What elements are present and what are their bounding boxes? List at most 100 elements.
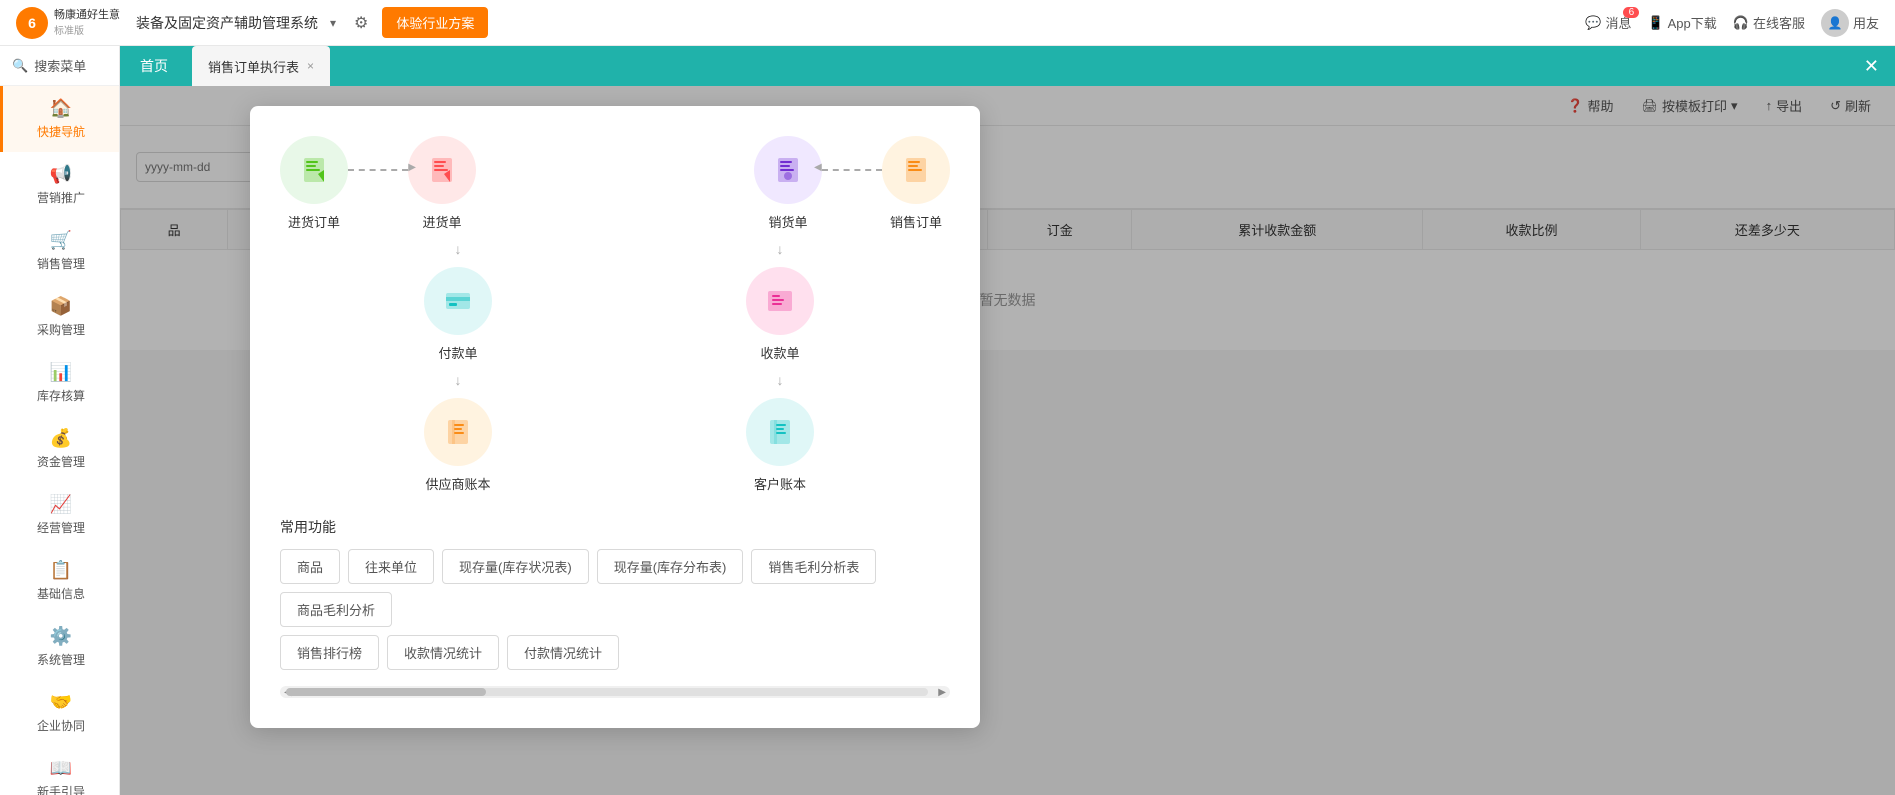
common-title: 常用功能 — [280, 517, 950, 537]
online-service-btn[interactable]: 🎧 在线客服 — [1733, 13, 1805, 32]
logo-app-name: 畅康通好生意 — [54, 8, 120, 22]
func-btn-sales-rank[interactable]: 销售排行榜 — [280, 635, 379, 670]
func-btn-sales-gross[interactable]: 销售毛利分析表 — [751, 549, 876, 584]
basic-info-icon: 📋 — [50, 560, 72, 581]
modal-scrollbar: ◀ ▶ — [280, 686, 950, 698]
flow-layout: 进货订单 — [280, 136, 950, 493]
flow-row2: 付款单 — [280, 267, 950, 362]
flow-circle-supplier-book — [424, 398, 492, 466]
message-btn[interactable]: 💬 消息 6 — [1585, 13, 1631, 32]
sidebar-item-operations[interactable]: 📈 经营管理 — [0, 482, 119, 548]
tab-home[interactable]: 首页 — [120, 46, 188, 86]
message-badge: 6 — [1623, 7, 1639, 18]
tab-close-btn[interactable]: × — [307, 60, 314, 72]
func-buttons-row2: 销售排行榜 收款情况统计 付款情况统计 — [280, 635, 950, 670]
tab-home-label: 首页 — [140, 56, 168, 76]
enterprise-icon: 🤝 — [50, 692, 72, 713]
system-icon: ⚙️ — [50, 626, 72, 647]
sales-icon: 🛒 — [50, 230, 72, 251]
top-header: 6 畅康通好生意 标准版 装备及固定资产辅助管理系统 ▾ ⚙ 体验行业方案 💬 … — [0, 0, 1895, 46]
flow-mid-arrows: ↓ ↓ — [280, 239, 950, 259]
arrow-sales-bill-down: ↓ — [746, 239, 814, 259]
flow-col-sales-bill: 销货单 — [754, 136, 822, 231]
user-name: 用友 — [1853, 13, 1879, 32]
sidebar-item-sales[interactable]: 🛒 销售管理 — [0, 218, 119, 284]
dashed-line-1 — [348, 169, 408, 171]
flow-label-sales-order: 销售订单 — [890, 212, 942, 231]
scroll-right-btn[interactable]: ▶ — [934, 687, 950, 698]
dashed-line-2 — [822, 169, 882, 171]
func-btn-partner[interactable]: 往来单位 — [348, 549, 434, 584]
func-btn-product-gross[interactable]: 商品毛利分析 — [280, 592, 392, 627]
app-download-label: App下载 — [1668, 13, 1717, 32]
sidebar-label-quick-nav: 快捷导航 — [37, 123, 85, 140]
func-btn-product[interactable]: 商品 — [280, 549, 340, 584]
sidebar-item-purchase[interactable]: 📦 采购管理 — [0, 284, 119, 350]
func-buttons: 商品 往来单位 现存量(库存状况表) 现存量(库存分布表) 销售毛利分析表 商品… — [280, 549, 950, 627]
content-area: 首页 销售订单执行表 × ✕ ❓ 帮助 🖨 按模板打印 ▾ — [120, 46, 1895, 795]
func-btn-receipt-stats[interactable]: 收款情况统计 — [387, 635, 499, 670]
tab-active[interactable]: 销售订单执行表 × — [192, 46, 330, 86]
search-icon: 🔍 — [12, 58, 28, 74]
guide-icon: 📖 — [50, 758, 72, 779]
system-dropdown-btn[interactable]: ▾ — [326, 14, 340, 32]
app-download-btn[interactable]: 📱 App下载 — [1647, 13, 1716, 32]
scrollbar-thumb[interactable] — [286, 688, 486, 696]
sidebar-item-basic-info[interactable]: 📋 基础信息 — [0, 548, 119, 614]
sidebar-label-system: 系统管理 — [37, 651, 85, 668]
flow-node-customer-book[interactable]: 客户账本 — [746, 398, 814, 493]
online-service-label: 在线客服 — [1753, 13, 1805, 32]
header-right: 💬 消息 6 📱 App下载 🎧 在线客服 👤 用友 — [1585, 9, 1879, 37]
marketing-icon: 📢 — [50, 164, 72, 185]
system-title: 装备及固定资产辅助管理系统 — [136, 13, 318, 33]
flow-row3: 供应商账本 — [280, 398, 950, 493]
func-btn-payment-stats[interactable]: 付款情况统计 — [507, 635, 619, 670]
arrow-payment-down: ↓ — [455, 372, 462, 388]
flow-label-purchase-bill: 进货单 — [422, 212, 461, 231]
flow-node-supplier-book[interactable]: 供应商账本 — [424, 398, 492, 493]
func-btn-stock-status[interactable]: 现存量(库存状况表) — [442, 549, 589, 584]
flow-circle-purchase-order — [280, 136, 348, 204]
sidebar-item-inventory[interactable]: 📊 库存核算 — [0, 350, 119, 416]
flow-node-sales-order[interactable]: 销售订单 — [882, 136, 950, 231]
sidebar-item-finance[interactable]: 💰 资金管理 — [0, 416, 119, 482]
flow-node-purchase-bill[interactable]: 进货单 — [408, 136, 476, 231]
flow-circle-purchase-bill — [408, 136, 476, 204]
purchase-icon: 📦 — [50, 296, 72, 317]
flow-label-customer-book: 客户账本 — [754, 474, 806, 493]
flow-label-sales-bill: 销货单 — [768, 212, 807, 231]
flow-col-sales-order: 销售订单 — [882, 136, 950, 231]
flow-node-receipt[interactable]: 收款单 — [746, 267, 814, 362]
sidebar-item-enterprise[interactable]: 🤝 企业协同 — [0, 680, 119, 746]
search-menu-item[interactable]: 🔍 搜索菜单 — [0, 46, 119, 86]
sidebar: 🔍 搜索菜单 🏠 快捷导航 📢 营销推广 🛒 销售管理 📦 采购管理 📊 库存核… — [0, 46, 120, 795]
arrow-sales-order-to-bill — [822, 169, 882, 199]
settings-icon-btn[interactable]: ⚙ — [348, 11, 374, 35]
func-btn-stock-dist[interactable]: 现存量(库存分布表) — [597, 549, 744, 584]
tab-close-all-btn[interactable]: ✕ — [1848, 56, 1895, 77]
flow-circle-sales-order — [882, 136, 950, 204]
tab-bar: 首页 销售订单执行表 × ✕ — [120, 46, 1895, 86]
flow-node-purchase-order[interactable]: 进货订单 — [280, 136, 348, 231]
sidebar-label-purchase: 采购管理 — [37, 321, 85, 338]
sidebar-item-system[interactable]: ⚙️ 系统管理 — [0, 614, 119, 680]
scrollbar-track — [302, 688, 929, 696]
flow-circle-payment — [424, 267, 492, 335]
sidebar-item-guide[interactable]: 📖 新手引导 — [0, 746, 119, 795]
flow-label-purchase-order: 进货订单 — [288, 212, 340, 231]
flow-label-payment: 付款单 — [438, 343, 477, 362]
flow-col-payment: 付款单 — [424, 267, 492, 362]
avatar: 👤 — [1821, 9, 1849, 37]
logo-icon: 6 — [16, 7, 48, 39]
sidebar-label-finance: 资金管理 — [37, 453, 85, 470]
sidebar-label-sales: 销售管理 — [37, 255, 85, 272]
sidebar-item-marketing[interactable]: 📢 营销推广 — [0, 152, 119, 218]
flow-node-sales-bill[interactable]: 销货单 — [754, 136, 822, 231]
sidebar-item-quick-nav[interactable]: 🏠 快捷导航 — [0, 86, 119, 152]
flow-col-purchase-bill: 进货单 — [408, 136, 476, 231]
user-menu-btn[interactable]: 👤 用友 — [1821, 9, 1879, 37]
inventory-icon: 📊 — [50, 362, 72, 383]
experience-btn[interactable]: 体验行业方案 — [382, 7, 488, 38]
flow-node-payment[interactable]: 付款单 — [424, 267, 492, 362]
message-icon: 💬 — [1585, 15, 1601, 31]
